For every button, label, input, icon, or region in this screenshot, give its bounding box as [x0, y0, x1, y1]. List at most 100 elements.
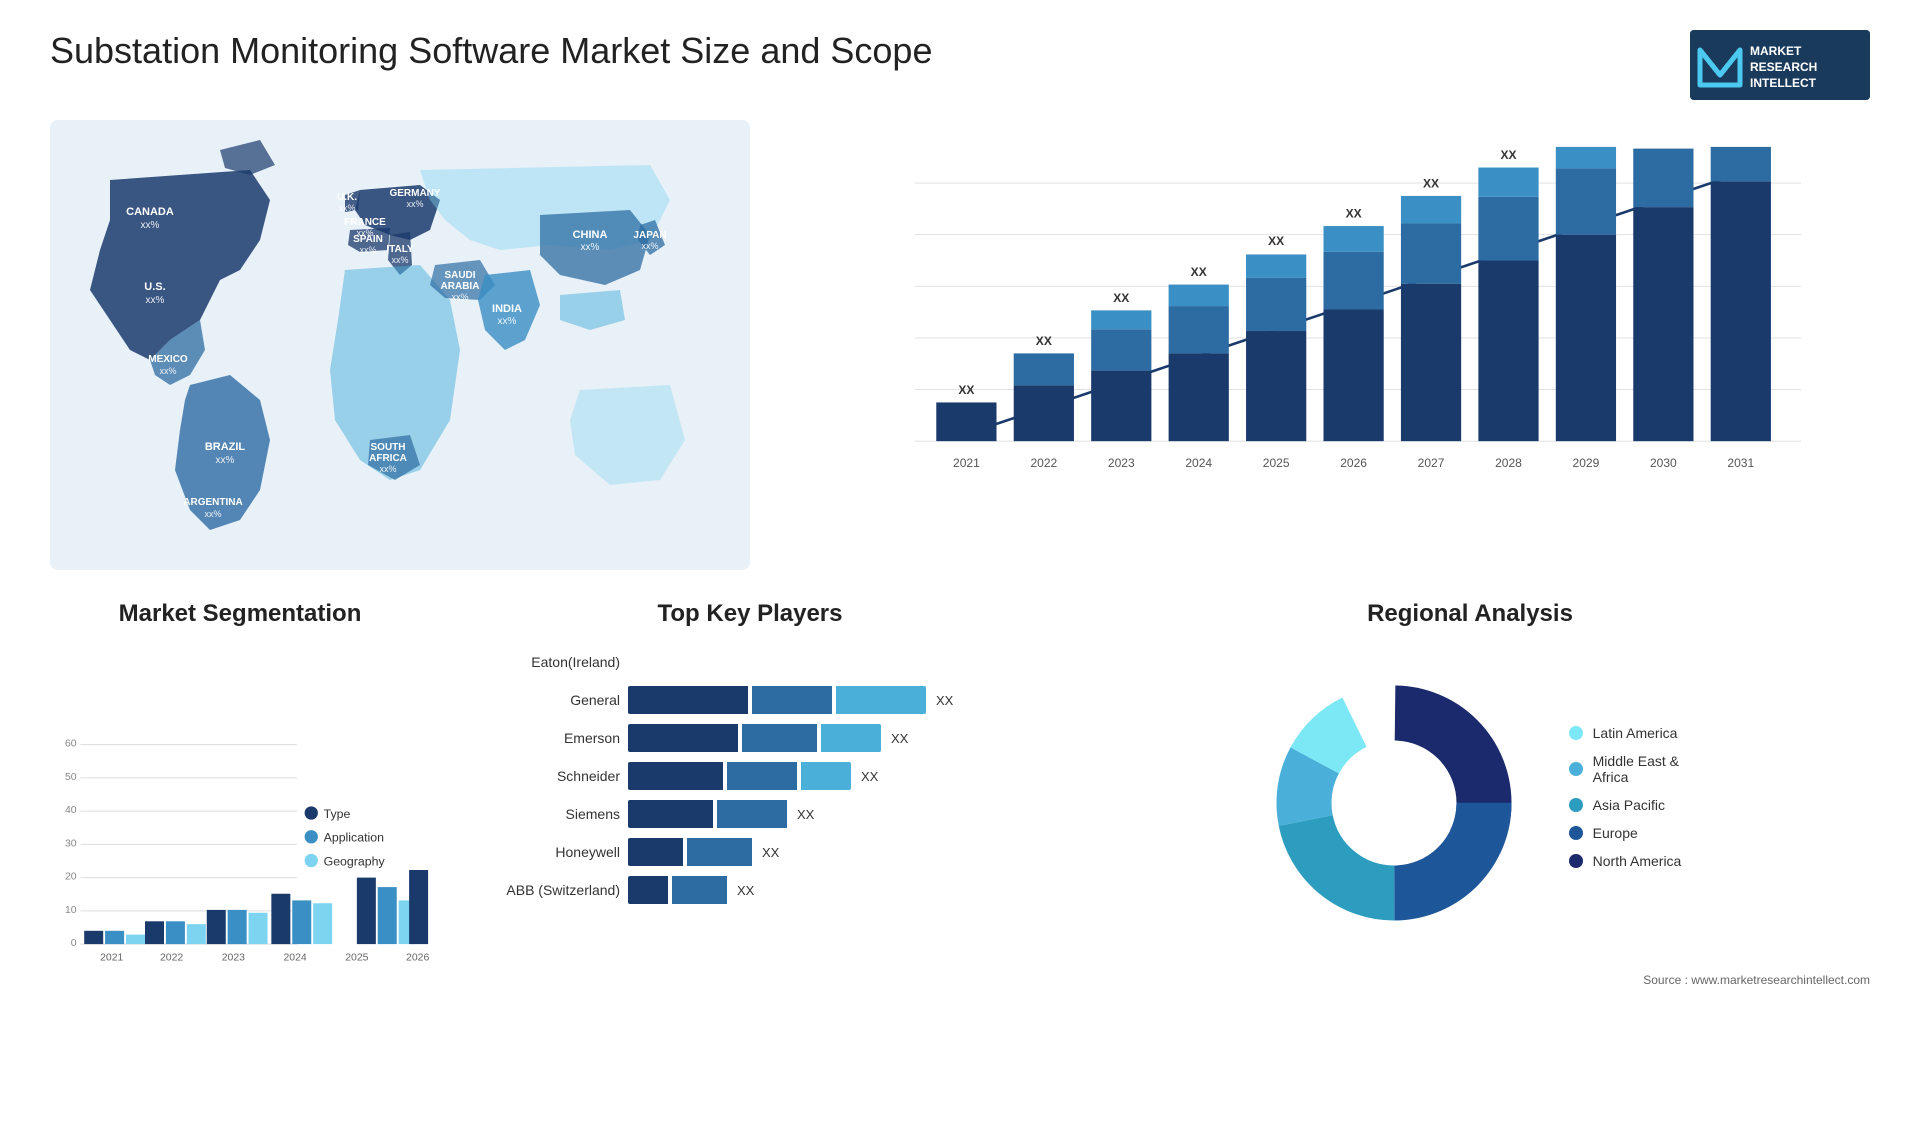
svg-text:RESEARCH: RESEARCH — [1750, 60, 1817, 74]
legend-item: Middle East &Africa — [1569, 753, 1682, 785]
svg-text:2024: 2024 — [1185, 456, 1212, 470]
bar-seg1 — [628, 838, 683, 866]
svg-text:GERMANY: GERMANY — [389, 188, 440, 199]
svg-text:10: 10 — [65, 905, 77, 916]
svg-text:2029: 2029 — [1573, 456, 1600, 470]
player-value: XX — [861, 769, 878, 784]
player-name: Eaton(Ireland) — [460, 654, 620, 670]
player-row: General XX — [460, 686, 1040, 714]
svg-text:2026: 2026 — [1340, 456, 1367, 470]
header: Substation Monitoring Software Market Si… — [50, 30, 1870, 100]
svg-text:2022: 2022 — [160, 952, 183, 963]
svg-text:0: 0 — [71, 938, 77, 949]
svg-text:XX: XX — [1578, 140, 1594, 143]
key-players-panel: Top Key Players Eaton(Ireland) General X… — [460, 600, 1040, 1020]
svg-text:XX: XX — [1500, 148, 1516, 162]
svg-text:2025: 2025 — [1263, 456, 1290, 470]
svg-text:ARGENTINA: ARGENTINA — [183, 497, 242, 508]
svg-text:xx%: xx% — [379, 464, 396, 474]
player-bar-wrap: XX — [628, 876, 1040, 904]
svg-text:XX: XX — [1113, 291, 1129, 305]
legend-label: Asia Pacific — [1593, 797, 1665, 813]
player-name: General — [460, 692, 620, 708]
svg-text:xx%: xx% — [141, 220, 160, 231]
svg-text:FRANCE: FRANCE — [344, 217, 386, 228]
logo-box: MARKET RESEARCH INTELLECT — [1690, 30, 1870, 100]
player-bar-wrap: XX — [628, 762, 1040, 790]
svg-text:2027: 2027 — [1418, 456, 1445, 470]
player-name: Siemens — [460, 806, 620, 822]
svg-text:XX: XX — [1423, 176, 1439, 190]
svg-text:60: 60 — [65, 739, 77, 750]
regional-chart: Latin America Middle East &Africa Asia P… — [1070, 643, 1870, 963]
player-row: Eaton(Ireland) — [460, 648, 1040, 676]
legend-dot — [1569, 798, 1583, 812]
svg-text:U.S.: U.S. — [144, 281, 165, 293]
svg-text:AFRICA: AFRICA — [369, 453, 407, 464]
svg-text:2021: 2021 — [953, 456, 980, 470]
svg-text:Geography: Geography — [324, 854, 386, 868]
svg-text:40: 40 — [65, 805, 77, 816]
player-row: Honeywell XX — [460, 838, 1040, 866]
bar-seg1 — [628, 800, 713, 828]
svg-text:BRAZIL: BRAZIL — [205, 441, 246, 453]
svg-text:xx%: xx% — [498, 316, 517, 327]
svg-text:xx%: xx% — [359, 245, 376, 255]
svg-text:INDIA: INDIA — [492, 303, 522, 315]
bar-seg2 — [672, 876, 727, 904]
logo-area: MARKET RESEARCH INTELLECT — [1690, 30, 1870, 100]
svg-text:MARKET: MARKET — [1750, 44, 1802, 58]
player-value: XX — [936, 693, 953, 708]
bar-seg3 — [821, 724, 881, 752]
svg-text:xx%: xx% — [451, 292, 468, 302]
svg-text:30: 30 — [65, 838, 77, 849]
svg-text:xx%: xx% — [391, 255, 408, 265]
player-value: XX — [737, 883, 754, 898]
legend-item: North America — [1569, 853, 1682, 869]
bar-seg1 — [628, 762, 723, 790]
source-text: Source : www.marketresearchintellect.com — [1070, 973, 1870, 987]
bar-seg2 — [727, 762, 797, 790]
player-value: XX — [762, 845, 779, 860]
svg-text:2023: 2023 — [1108, 456, 1135, 470]
svg-text:20: 20 — [65, 872, 77, 883]
svg-text:xx%: xx% — [204, 509, 221, 519]
legend-item: Asia Pacific — [1569, 797, 1682, 813]
logo-svg: MARKET RESEARCH INTELLECT — [1690, 30, 1870, 100]
player-row: Siemens XX — [460, 800, 1040, 828]
svg-text:xx%: xx% — [216, 455, 235, 466]
bar-seg2 — [752, 686, 832, 714]
legend-label: Middle East &Africa — [1593, 753, 1679, 785]
player-value: XX — [797, 807, 814, 822]
svg-text:SAUDI: SAUDI — [444, 270, 475, 281]
player-list: Eaton(Ireland) General XX Emerson — [460, 643, 1040, 904]
donut-svg — [1259, 668, 1529, 938]
bar-chart-container: XX 2021 XX 2022 XX 2023 XX 2024 — [780, 120, 1870, 570]
player-row: Emerson XX — [460, 724, 1040, 752]
bar-seg1 — [628, 686, 748, 714]
top-section: CANADA xx% U.S. xx% MEXICO xx% BRAZIL xx… — [50, 120, 1870, 570]
svg-text:MEXICO: MEXICO — [148, 354, 188, 365]
bar-chart-svg: XX 2021 XX 2022 XX 2023 XX 2024 — [840, 140, 1850, 510]
svg-text:XX: XX — [1191, 265, 1207, 279]
player-bar-wrap: XX — [628, 686, 1040, 714]
svg-text:xx%: xx% — [406, 199, 423, 209]
svg-text:INTELLECT: INTELLECT — [1750, 76, 1817, 90]
svg-text:2022: 2022 — [1030, 456, 1057, 470]
svg-text:U.K.: U.K. — [337, 192, 357, 203]
legend-item: Latin America — [1569, 725, 1682, 741]
player-bar-wrap: XX — [628, 800, 1040, 828]
svg-text:2031: 2031 — [1727, 456, 1754, 470]
svg-text:xx%: xx% — [338, 203, 355, 213]
player-name: Honeywell — [460, 844, 620, 860]
svg-text:CHINA: CHINA — [573, 229, 608, 241]
svg-text:ARABIA: ARABIA — [441, 281, 480, 292]
legend-label: North America — [1593, 853, 1682, 869]
svg-text:2030: 2030 — [1650, 456, 1677, 470]
svg-text:XX: XX — [1733, 140, 1749, 143]
svg-text:2025: 2025 — [345, 952, 368, 963]
svg-text:CANADA: CANADA — [126, 206, 174, 218]
player-bar-wrap — [628, 648, 1040, 676]
player-bar-wrap: XX — [628, 724, 1040, 752]
svg-text:2026: 2026 — [406, 952, 429, 963]
